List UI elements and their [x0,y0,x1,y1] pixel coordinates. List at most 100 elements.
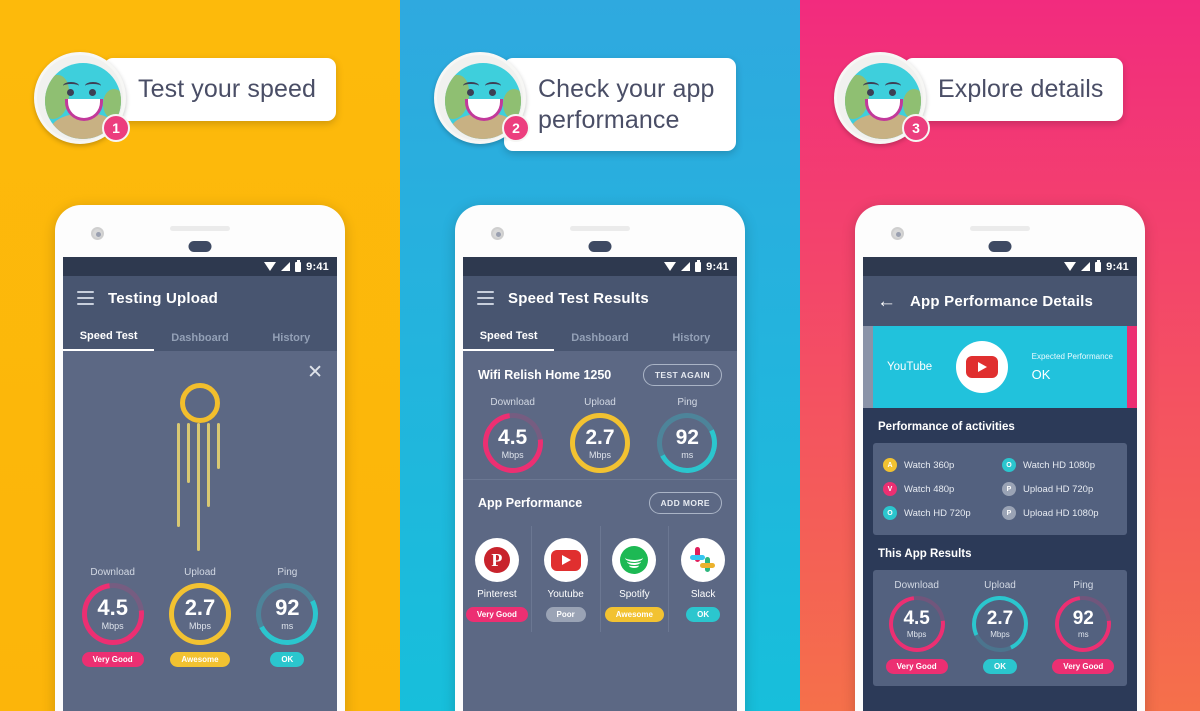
spotify-icon [612,538,657,582]
prev-app-edge[interactable] [863,326,873,408]
metric-download: Download 4.5 Mbps Very Good [69,567,157,667]
activity-label: Watch 360p [904,459,955,471]
activity-badge: O [1002,458,1016,472]
metric-label: Download [894,580,939,591]
status-bar: 9:41 [63,257,337,276]
gauge-ring [877,584,956,664]
signal-icon [281,262,291,271]
phone-screen-2: 9:41 Speed Test Results Speed Test Dashb… [463,257,737,711]
page-title: Testing Upload [108,289,219,307]
metrics-row: Download 4.5 Mbps Upload 2.7 Mbps Ping 9… [463,393,737,486]
phone-mockup-2: 9:41 Speed Test Results Speed Test Dashb… [455,205,745,711]
gauge-ring [470,400,555,486]
activity-badge: O [883,506,897,520]
tab-history[interactable]: History [646,332,737,351]
callout-text: Check your app performance [504,58,736,151]
app-card-youtube[interactable]: YouTube Expected Performance OK [873,326,1127,408]
section-title: App Performance [478,496,583,510]
activity-item[interactable]: P Upload HD 720p [1000,477,1119,501]
gauge-ring [69,570,157,658]
metric-download: Download 4.5 Mbps [469,397,555,486]
apps-list: P Pinterest Very Good Youtube Poor Spoti… [463,526,737,632]
app-item-youtube[interactable]: Youtube Poor [530,526,600,632]
speaker-grille [170,226,230,231]
tab-bar: Speed Test Dashboard History [63,320,337,351]
status-badge: OK [686,607,721,622]
metric-ping: Ping 92 ms OK [244,567,330,667]
results-title: This App Results [878,548,972,560]
metrics-row: Download 4.5 Mbps Very Good Upload 2.7 M… [63,563,337,673]
activity-badge: A [883,458,897,472]
status-badge: Very Good [1052,659,1115,674]
activities-title: Performance of activities [878,421,1015,433]
metric-ping: Ping 92 ms [644,397,730,481]
battery-icon [1095,259,1102,272]
callout-step-2: 2 Check your app performance [434,48,736,151]
callout-text: Explore details [904,58,1124,121]
metric-label: Ping [1073,580,1094,591]
metric-label: Ping [277,567,298,578]
app-item-pinterest[interactable]: P Pinterest Very Good [463,526,531,632]
metric-ping: Ping 92 ms Very Good [1042,580,1125,674]
next-app-edge[interactable] [1127,326,1137,408]
activity-badge: P [1002,482,1016,496]
screen-content: Wifi Relish Home 1250 TEST AGAIN Downloa… [463,351,737,711]
status-clock: 9:41 [306,260,329,273]
activity-label: Upload HD 720p [1023,483,1094,495]
status-badge: Awesome [604,607,664,622]
panel-explore-details: 3 Explore details 9:41 ← App Performance… [800,0,1200,711]
tab-speed-test[interactable]: Speed Test [463,330,555,351]
globe-mascot-icon: 1 [34,52,130,144]
metric-label: Download [90,567,135,578]
close-icon[interactable]: ✕ [307,363,323,382]
app-item-spotify[interactable]: Spotify Awesome [599,526,669,632]
battery-icon [295,259,302,272]
app-store-screenshot-gallery: 1 Test your speed 9:41 Testing Upload Sp… [0,0,1200,711]
app-bar: ← App Performance Details [863,276,1137,326]
sensor-pill [188,241,212,252]
activity-item[interactable]: A Watch 360p [881,453,1000,477]
metric-label: Upload [584,397,616,408]
youtube-icon [955,341,1008,393]
panel-test-speed: 1 Test your speed 9:41 Testing Upload Sp… [0,0,400,711]
hamburger-icon[interactable] [77,290,94,306]
app-name: Youtube [547,589,584,600]
gauge-ring [569,413,630,473]
status-bar: 9:41 [863,257,1137,276]
step-badge: 1 [102,114,130,142]
signal-icon [1081,262,1091,271]
gauge-ring [964,588,1036,660]
tab-speed-test[interactable]: Speed Test [63,330,155,351]
hamburger-icon[interactable] [477,290,494,306]
activity-label: Watch 480p [904,483,955,495]
activity-item[interactable]: P Upload HD 1080p [1000,501,1119,525]
tab-history[interactable]: History [246,332,337,351]
activity-label: Watch HD 720p [904,507,971,519]
expected-performance-value: OK [1031,366,1051,382]
network-name: Wifi Relish Home 1250 [478,368,612,382]
status-badge: Awesome [170,652,230,667]
step-badge: 2 [502,114,530,142]
activity-label: Upload HD 1080p [1023,507,1099,519]
activity-item[interactable]: O Watch HD 1080p [1000,453,1119,477]
tab-dashboard[interactable]: Dashboard [154,332,245,351]
wifi-icon [264,262,277,271]
app-item-slack[interactable]: Slack OK [668,526,737,632]
test-again-button[interactable]: TEST AGAIN [642,364,722,386]
status-badge: OK [982,659,1017,674]
back-arrow-icon[interactable]: ← [877,292,896,311]
app-name: Slack [690,589,716,600]
activity-item[interactable]: O Watch HD 720p [881,501,1000,525]
phone-mockup-1: 9:41 Testing Upload Speed Test Dashboard… [55,205,345,711]
app-name: Spotify [619,589,650,600]
phone-screen-1: 9:41 Testing Upload Speed Test Dashboard… [63,257,337,711]
panel-app-performance: 2 Check your app performance 9:41 Speed … [400,0,800,711]
camera-icon [491,227,504,240]
tab-dashboard[interactable]: Dashboard [554,332,645,351]
app-bar: Testing Upload [63,276,337,320]
speaker-grille [970,226,1030,231]
add-more-button[interactable]: ADD MORE [648,492,722,514]
activity-item[interactable]: V Watch 480p [881,477,1000,501]
phone-bezel-top [455,205,745,257]
status-badge: Very Good [885,659,948,674]
